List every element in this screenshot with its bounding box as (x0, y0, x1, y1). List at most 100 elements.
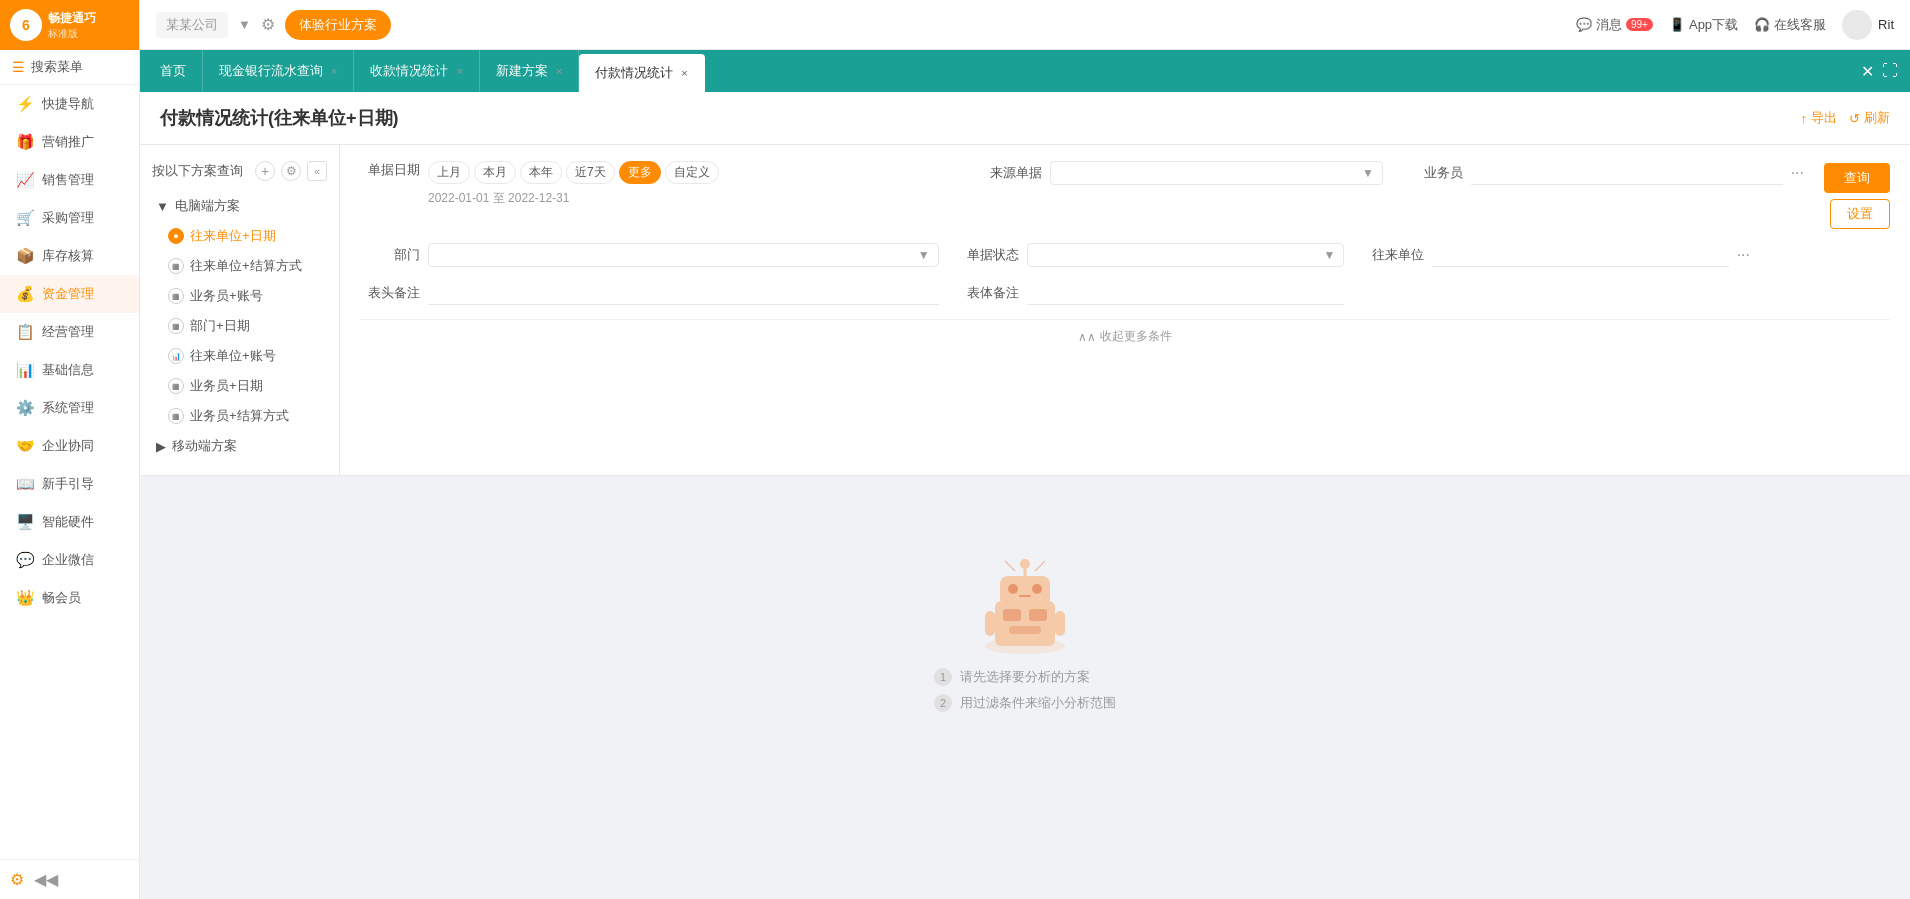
date-7days-btn[interactable]: 近7天 (566, 161, 615, 184)
sidebar-item-tutorial[interactable]: 📖 新手引导 (0, 465, 139, 503)
tab-payment-close[interactable]: × (681, 67, 687, 79)
online-service-btn[interactable]: 🎧 在线客服 (1754, 16, 1826, 34)
body-note-input[interactable] (1027, 281, 1345, 305)
sidebar-item-purchase[interactable]: 🛒 采购管理 (0, 199, 139, 237)
date-more-btn[interactable]: 更多 (619, 161, 661, 184)
tab-new-scheme[interactable]: 新建方案 × (480, 50, 579, 92)
sidebar-item-enterprise[interactable]: 🤝 企业协同 (0, 427, 139, 465)
date-custom-btn[interactable]: 自定义 (665, 161, 719, 184)
main-area: 某某公司 ▼ ⚙ 体验行业方案 💬 消息 99+ 📱 App下载 🎧 在线客服 … (140, 0, 1910, 899)
company-selector[interactable]: 某某公司 (156, 12, 228, 38)
tab-close-all-icon[interactable]: ✕ (1861, 62, 1874, 81)
svg-rect-5 (1000, 576, 1050, 606)
query-btn[interactable]: 查询 (1824, 163, 1890, 193)
tip-num-1: 1 (934, 668, 952, 686)
scheme-group-text: 电脑端方案 (175, 197, 240, 215)
tutorial-icon: 📖 (16, 475, 34, 493)
sidebar-item-marketing[interactable]: 🎁 营销推广 (0, 123, 139, 161)
system-icon: ⚙️ (16, 399, 34, 417)
collapse-sidebar-icon[interactable]: ◀◀ (34, 870, 58, 889)
scheme-item-unit-payment[interactable]: ▦ 往来单位+结算方式 (140, 251, 339, 281)
scheme-item-label: 往来单位+账号 (190, 347, 276, 365)
user-name: Rit (1878, 17, 1894, 32)
tab-receipt[interactable]: 收款情况统计 × (354, 50, 479, 92)
sidebar-item-sales[interactable]: 📈 销售管理 (0, 161, 139, 199)
scheme-item-staff-date[interactable]: ▦ 业务员+日期 (140, 371, 339, 401)
inventory-icon: 📦 (16, 247, 34, 265)
scheme-item-staff-payment[interactable]: ▦ 业务员+结算方式 (140, 401, 339, 431)
tip-text-1: 请先选择要分析的方案 (960, 668, 1090, 686)
user-profile[interactable]: Rit (1842, 10, 1894, 40)
status-select[interactable]: ▼ (1027, 243, 1345, 267)
header-note-input[interactable] (428, 281, 939, 305)
status-label: 单据状态 (959, 246, 1019, 264)
sidebar-item-label: 销售管理 (42, 171, 94, 189)
search-menu[interactable]: ☰ 搜索菜单 (0, 50, 139, 85)
scheme-item-unit-account[interactable]: 📊 往来单位+账号 (140, 341, 339, 371)
sidebar-item-label: 企业微信 (42, 551, 94, 569)
date-last-month-btn[interactable]: 上月 (428, 161, 470, 184)
staff-more-btn[interactable]: ··· (1791, 164, 1804, 182)
sidebar-item-basic-info[interactable]: 📊 基础信息 (0, 351, 139, 389)
date-this-month-btn[interactable]: 本月 (474, 161, 516, 184)
industry-btn[interactable]: 体验行业方案 (285, 10, 391, 40)
message-label: 消息 (1596, 16, 1622, 34)
sidebar-item-system[interactable]: ⚙️ 系统管理 (0, 389, 139, 427)
staff-input[interactable] (1471, 161, 1783, 185)
tab-receipt-label: 收款情况统计 (370, 62, 448, 80)
export-icon: ↑ (1801, 111, 1808, 126)
tab-bank[interactable]: 现金银行流水查询 × (203, 50, 354, 92)
company-dropdown-icon[interactable]: ▼ (238, 17, 251, 32)
scheme-group-desktop-label[interactable]: ▼ 电脑端方案 (140, 191, 339, 221)
message-btn[interactable]: 💬 消息 99+ (1576, 16, 1653, 34)
scheme-collapse-btn[interactable]: « (307, 161, 327, 181)
sidebar-item-operations[interactable]: 📋 经营管理 (0, 313, 139, 351)
partner-more-btn[interactable]: ··· (1737, 246, 1750, 264)
partner-input[interactable] (1432, 243, 1728, 267)
topbar-left: 某某公司 ▼ ⚙ 体验行业方案 (156, 10, 391, 40)
add-scheme-btn[interactable]: + (255, 161, 275, 181)
scheme-group-arrow: ▼ (156, 199, 169, 214)
sidebar-item-finance[interactable]: 💰 资金管理 (0, 275, 139, 313)
source-select[interactable]: ▼ (1050, 161, 1383, 185)
app-download-btn[interactable]: 📱 App下载 (1669, 16, 1738, 34)
tab-expand-icon[interactable]: ⛶ (1882, 62, 1898, 80)
scheme-item-icon: ▦ (168, 378, 184, 394)
tab-receipt-close[interactable]: × (456, 65, 462, 77)
refresh-btn[interactable]: ↺ 刷新 (1849, 109, 1890, 127)
tip-text-2: 用过滤条件来缩小分析范围 (960, 694, 1116, 712)
sidebar-item-hardware[interactable]: 🖥️ 智能硬件 (0, 503, 139, 541)
collapse-bar[interactable]: ∧∧ 收起更多条件 (360, 319, 1890, 353)
filter-form: 单据日期 上月 本月 本年 近7天 更多 自定义 2022-01-01 至 20… (340, 145, 1910, 475)
filter-row-2: 部门 ▼ 单据状态 ▼ 往来单位 (360, 243, 1890, 267)
source-label: 来源单据 (982, 164, 1042, 182)
sidebar-item-wechat[interactable]: 💬 企业微信 (0, 541, 139, 579)
svg-rect-1 (995, 601, 1055, 646)
scheme-item-dept-date[interactable]: ▦ 部门+日期 (140, 311, 339, 341)
sidebar-item-quick-nav[interactable]: ⚡ 快捷导航 (0, 85, 139, 123)
tab-home[interactable]: 首页 (144, 50, 203, 92)
quick-nav-icon: ⚡ (16, 95, 34, 113)
sidebar-item-inventory[interactable]: 📦 库存核算 (0, 237, 139, 275)
service-icon: 🎧 (1754, 17, 1770, 32)
scheme-item-label: 业务员+账号 (190, 287, 263, 305)
scheme-group-mobile-label[interactable]: ▶ 移动端方案 (140, 431, 339, 461)
scheme-item-staff-account[interactable]: ▦ 业务员+账号 (140, 281, 339, 311)
scheme-item-unit-date[interactable]: ● 往来单位+日期 (140, 221, 339, 251)
settings-gear-icon[interactable]: ⚙ (10, 870, 24, 889)
sidebar-item-member[interactable]: 👑 畅会员 (0, 579, 139, 617)
sidebar-item-label: 营销推广 (42, 133, 94, 151)
body-note-field: 表体备注 (959, 281, 1345, 305)
tab-payment[interactable]: 付款情况统计 × (579, 54, 704, 92)
topbar-settings-icon[interactable]: ⚙ (261, 15, 275, 34)
settings-btn[interactable]: 设置 (1830, 199, 1890, 229)
tab-new-scheme-close[interactable]: × (556, 65, 562, 77)
empty-tip-2: 2 用过滤条件来缩小分析范围 (934, 694, 1116, 712)
sidebar-item-label: 系统管理 (42, 399, 94, 417)
export-btn[interactable]: ↑ 导出 (1801, 109, 1838, 127)
date-this-year-btn[interactable]: 本年 (520, 161, 562, 184)
tab-bank-close[interactable]: × (331, 65, 337, 77)
dept-chevron-icon: ▼ (918, 248, 930, 262)
scheme-settings-btn[interactable]: ⚙ (281, 161, 301, 181)
dept-select[interactable]: ▼ (428, 243, 939, 267)
